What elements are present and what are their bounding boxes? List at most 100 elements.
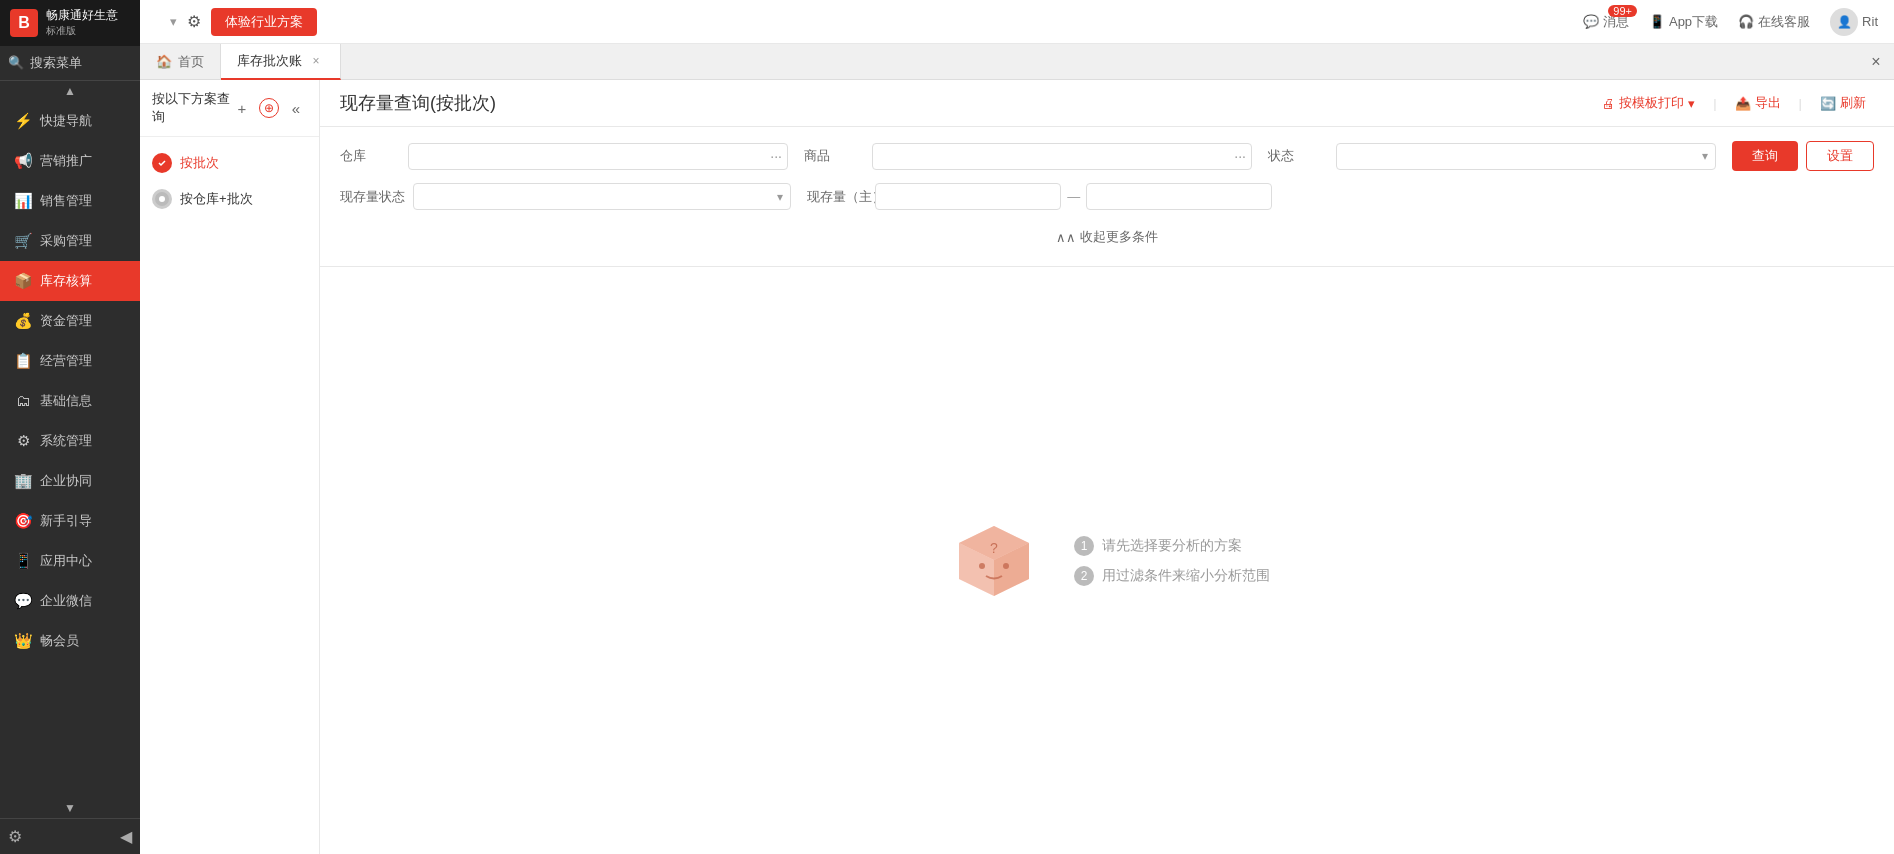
breadcrumb: [156, 14, 160, 29]
warehouse-input[interactable]: [408, 143, 788, 170]
filter-option-batch[interactable]: 按批次: [140, 145, 319, 181]
tip-2-text: 用过滤条件来缩小分析范围: [1102, 567, 1270, 585]
topbar-settings-icon[interactable]: ⚙: [187, 12, 201, 31]
experience-btn[interactable]: 体验行业方案: [211, 8, 317, 36]
filter-option-batch-label: 按批次: [180, 154, 219, 172]
sidebar-item-purchase[interactable]: 🛒 采购管理: [0, 221, 140, 261]
app-download-btn[interactable]: 📱 App下载: [1649, 13, 1718, 31]
settings-btn[interactable]: 设置: [1806, 141, 1874, 171]
sidebar-item-inventory[interactable]: 📦 库存核算: [0, 261, 140, 301]
filter-settings-btn[interactable]: ⊕: [259, 98, 279, 118]
sidebar-header: B 畅康通好生意 标准版: [0, 0, 140, 46]
tab-global-close-btn[interactable]: ×: [1858, 44, 1894, 80]
status-label: 状态: [1268, 147, 1328, 165]
export-btn[interactable]: 📤 导出: [1727, 90, 1789, 116]
sidebar-item-enterprise-wechat[interactable]: 💬 企业微信: [0, 581, 140, 621]
print-btn[interactable]: 🖨 按模板打印 ▾: [1594, 90, 1703, 116]
sidebar-item-sales[interactable]: 📊 销售管理: [0, 181, 140, 221]
purchase-icon: 🛒: [14, 232, 32, 250]
sidebar-item-quick-nav[interactable]: ⚡ 快捷导航: [0, 101, 140, 141]
filter-panel-title: 按以下方案查询: [152, 90, 231, 126]
online-service-label: 在线客服: [1758, 13, 1810, 31]
message-icon: 💬: [1583, 14, 1599, 29]
sidebar-item-basic-info[interactable]: 🗂 基础信息: [0, 381, 140, 421]
sidebar-item-label: 企业微信: [40, 592, 92, 610]
topbar-dropdown-icon[interactable]: ▾: [170, 14, 177, 29]
sidebar-item-operations[interactable]: 📋 经营管理: [0, 341, 140, 381]
print-dropdown-icon[interactable]: ▾: [1688, 96, 1695, 111]
product-field: 商品 ···: [804, 143, 1252, 170]
newbie-icon: 🎯: [14, 512, 32, 530]
collapse-row[interactable]: ∧∧ 收起更多条件: [340, 222, 1874, 252]
filter-panel-header: 按以下方案查询 + ⊕ «: [140, 80, 319, 137]
print-icon: 🖨: [1602, 96, 1615, 111]
sidebar-item-marketing[interactable]: 📢 营销推广: [0, 141, 140, 181]
app-version: 标准版: [46, 24, 118, 38]
action-divider2: |: [1799, 96, 1802, 111]
query-btn[interactable]: 查询: [1732, 141, 1798, 171]
sidebar-item-vip[interactable]: 👑 畅会员: [0, 621, 140, 661]
product-more-icon[interactable]: ···: [1234, 148, 1246, 164]
search-icon: 🔍: [8, 55, 24, 70]
avatar-placeholder: 👤: [1837, 15, 1852, 29]
sidebar-item-label: 采购管理: [40, 232, 92, 250]
global-close-icon: ×: [1871, 53, 1880, 71]
status-select[interactable]: [1336, 143, 1716, 170]
sidebar-search[interactable]: 🔍 搜索菜单: [0, 46, 140, 81]
sidebar-item-label: 经营管理: [40, 352, 92, 370]
stock-status-label: 现存量状态: [340, 188, 405, 206]
footer-collapse-icon[interactable]: ◀: [120, 827, 132, 846]
tab-inventory-batch[interactable]: 库存批次账 ×: [221, 44, 341, 80]
stock-quantity-from[interactable]: [875, 183, 1061, 210]
page-title-actions: 🖨 按模板打印 ▾ | 📤 导出 | 🔄 刷新: [1594, 90, 1874, 116]
empty-state: ? 1 请先选择要分析的方案 2 用过滤条件来缩小分析范围: [320, 267, 1894, 854]
filter-add-btn[interactable]: +: [231, 97, 253, 119]
collapse-label: 收起更多条件: [1080, 228, 1158, 246]
sidebar-nav: ⚡ 快捷导航 📢 营销推广 📊 销售管理 🛒 采购管理 📦 库存核算 💰 资金管…: [0, 101, 140, 798]
product-input[interactable]: [872, 143, 1252, 170]
sidebar-item-app-center[interactable]: 📱 应用中心: [0, 541, 140, 581]
headphone-icon: 🎧: [1738, 14, 1754, 29]
sidebar-item-label: 销售管理: [40, 192, 92, 210]
stock-quantity-to[interactable]: [1086, 183, 1272, 210]
tab-close-icon[interactable]: ×: [308, 53, 324, 69]
stock-status-select[interactable]: [413, 183, 791, 210]
topbar-left: ▾ ⚙ 体验行业方案: [156, 8, 317, 36]
sidebar-scroll-up[interactable]: ▲: [0, 81, 140, 101]
footer-settings-icon[interactable]: ⚙: [8, 827, 22, 846]
app-info: 畅康通好生意 标准版: [46, 8, 118, 38]
print-label: 按模板打印: [1619, 94, 1684, 112]
user-menu[interactable]: 👤 Rit: [1830, 8, 1878, 36]
app-download-icon: 📱: [1649, 14, 1665, 29]
operations-icon: 📋: [14, 352, 32, 370]
filter-collapse-btn[interactable]: «: [285, 97, 307, 119]
empty-tips: 1 请先选择要分析的方案 2 用过滤条件来缩小分析范围: [1074, 536, 1270, 586]
empty-tip-1: 1 请先选择要分析的方案: [1074, 536, 1270, 556]
messages-btn[interactable]: 💬 消息 99+: [1583, 13, 1629, 31]
sidebar-item-newbie[interactable]: 🎯 新手引导: [0, 501, 140, 541]
refresh-btn[interactable]: 🔄 刷新: [1812, 90, 1874, 116]
app-download-label: App下载: [1669, 13, 1718, 31]
filter-option-warehouse-batch[interactable]: 按仓库+批次: [140, 181, 319, 217]
collapse-up-icon: ∧∧: [1056, 230, 1076, 245]
filter-options: 按批次 按仓库+批次: [140, 137, 319, 225]
status-field: 状态 ▾: [1268, 143, 1716, 170]
product-input-wrap: ···: [872, 143, 1252, 170]
online-service-btn[interactable]: 🎧 在线客服: [1738, 13, 1810, 31]
main-content: 现存量查询(按批次) 🖨 按模板打印 ▾ | 📤 导出 | 🔄: [320, 80, 1894, 854]
search-label: 搜索菜单: [30, 54, 82, 72]
sidebar-item-enterprise[interactable]: 🏢 企业协同: [0, 461, 140, 501]
sidebar-item-system[interactable]: ⚙ 系统管理: [0, 421, 140, 461]
tab-home[interactable]: 🏠 首页: [140, 44, 221, 80]
message-badge: 99+: [1608, 5, 1637, 17]
home-icon: 🏠: [156, 54, 172, 69]
inventory-icon: 📦: [14, 272, 32, 290]
warehouse-more-icon[interactable]: ···: [770, 148, 782, 164]
sidebar-item-label: 基础信息: [40, 392, 92, 410]
sidebar-scroll-down[interactable]: ▼: [0, 798, 140, 818]
sidebar-item-label: 库存核算: [40, 272, 92, 290]
sidebar-item-label: 企业协同: [40, 472, 92, 490]
tip-1-number: 1: [1074, 536, 1094, 556]
sidebar-item-finance[interactable]: 💰 资金管理: [0, 301, 140, 341]
stock-status-field: 现存量状态 ▾: [340, 183, 791, 210]
